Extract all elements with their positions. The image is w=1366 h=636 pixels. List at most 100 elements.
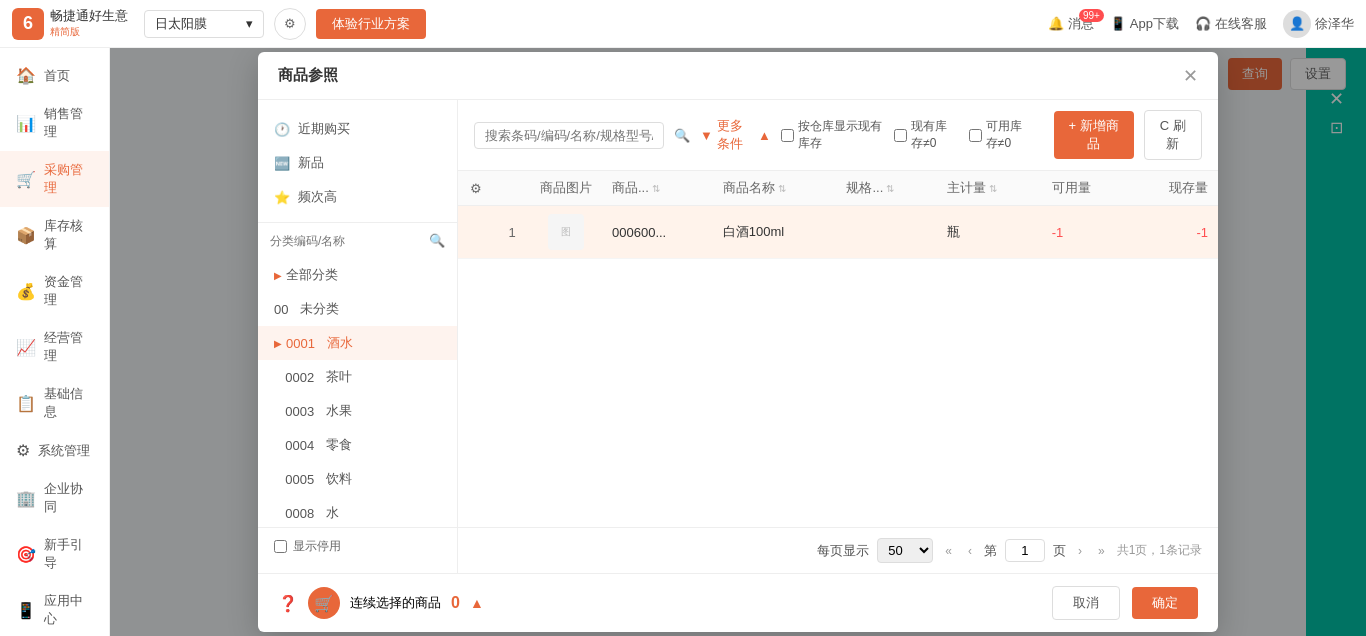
warehouse-checkbox-label[interactable]: 按仓库显示现有库存 bbox=[781, 118, 884, 152]
page-input[interactable] bbox=[1005, 539, 1045, 562]
warehouse-checkbox[interactable] bbox=[781, 129, 794, 142]
row-spec bbox=[836, 206, 937, 259]
stock-ne-checkbox[interactable] bbox=[894, 129, 907, 142]
category-0004[interactable]: 0004 零食 bbox=[258, 428, 457, 462]
col-available: 可用量 bbox=[1042, 171, 1130, 206]
col-name[interactable]: 商品名称 bbox=[713, 171, 837, 206]
category-0001[interactable]: ▶ 0001 酒水 bbox=[258, 326, 457, 360]
col-spec[interactable]: 规格... bbox=[836, 171, 937, 206]
selected-count: 0 bbox=[451, 594, 460, 612]
product-thumbnail: 图 bbox=[548, 214, 584, 250]
messages-nav[interactable]: 🔔 消息 99+ bbox=[1048, 15, 1094, 33]
more-filter-button[interactable]: ▼ 更多条件 ▲ bbox=[700, 117, 771, 153]
col-settings[interactable]: ⚙ bbox=[458, 171, 494, 206]
sales-icon: 📊 bbox=[16, 114, 36, 133]
category-0005[interactable]: 0005 饮料 bbox=[258, 462, 457, 496]
product-table: ⚙ 商品图片 商品... 商品名称 规格... 主计量 可用量 现存量 bbox=[458, 171, 1218, 259]
next-page-button[interactable]: › bbox=[1074, 542, 1086, 560]
col-stock: 现存量 bbox=[1130, 171, 1218, 206]
filter-icon: ▼ bbox=[700, 128, 713, 143]
sidebar-label-inventory: 库存核算 bbox=[44, 217, 93, 253]
per-page-select[interactable]: 50 10 20 100 bbox=[877, 538, 933, 563]
sidebar-label-system: 系统管理 bbox=[38, 442, 90, 460]
sidebar-item-home[interactable]: 🏠 首页 bbox=[0, 56, 109, 95]
row-code: 000600... bbox=[602, 206, 713, 259]
search-button[interactable]: 🔍 bbox=[674, 128, 690, 143]
available-ne-checkbox-label[interactable]: 可用库存≠0 bbox=[969, 118, 1034, 152]
collapse-icon[interactable]: ▲ bbox=[470, 595, 484, 611]
trial-button[interactable]: 体验行业方案 bbox=[316, 9, 426, 39]
product-search-input[interactable] bbox=[474, 122, 664, 149]
stock-ne-checkbox-label[interactable]: 现有库存≠0 bbox=[894, 118, 959, 152]
category-00[interactable]: 00 未分类 bbox=[258, 292, 457, 326]
filter-up-icon: ▲ bbox=[758, 128, 771, 143]
app-download-nav[interactable]: 📱 App下载 bbox=[1110, 15, 1179, 33]
last-page-button[interactable]: » bbox=[1094, 542, 1109, 560]
modal-footer: ❓ 🛒 连续选择的商品 0 ▲ 取消 确定 bbox=[258, 573, 1218, 632]
quick-item-recent[interactable]: 🕐 近期购买 bbox=[258, 112, 457, 146]
category-0003[interactable]: 0003 水果 bbox=[258, 394, 457, 428]
table-row[interactable]: 1 图 000600... 白酒100ml 瓶 -1 bbox=[458, 206, 1218, 259]
col-unit[interactable]: 主计量 bbox=[937, 171, 1041, 206]
sidebar-item-guide[interactable]: 🎯 新手引导 bbox=[0, 526, 109, 582]
row-unit: 瓶 bbox=[937, 206, 1041, 259]
category-list: ▶ 全部分类 00 未分类 ▶ 0001 酒水 0002 bbox=[258, 254, 457, 527]
sidebar-item-inventory[interactable]: 📦 库存核算 bbox=[0, 207, 109, 263]
help-icon[interactable]: ❓ bbox=[278, 594, 298, 613]
available-ne-checkbox[interactable] bbox=[969, 129, 982, 142]
sidebar-item-basic[interactable]: 📋 基础信息 bbox=[0, 375, 109, 431]
sidebar-item-enterprise[interactable]: 🏢 企业协同 bbox=[0, 470, 109, 526]
user-nav[interactable]: 👤 徐泽华 bbox=[1283, 10, 1354, 38]
refresh-button[interactable]: C 刷新 bbox=[1144, 110, 1202, 160]
avatar: 👤 bbox=[1283, 10, 1311, 38]
modal-title: 商品参照 bbox=[278, 66, 338, 85]
category-0008[interactable]: 0008 水 bbox=[258, 496, 457, 527]
quick-item-frequent[interactable]: ⭐ 频次高 bbox=[258, 180, 457, 214]
col-code[interactable]: 商品... bbox=[602, 171, 713, 206]
show-disabled-checkbox[interactable] bbox=[274, 540, 287, 553]
sidebar-item-system[interactable]: ⚙ 系统管理 bbox=[0, 431, 109, 470]
layout: 🏠 首页 📊 销售管理 🛒 采购管理 📦 库存核算 💰 资金管理 📈 经营管理 … bbox=[0, 48, 1366, 636]
prev-page-button[interactable]: ‹ bbox=[964, 542, 976, 560]
per-page-label: 每页显示 bbox=[817, 542, 869, 560]
sidebar-label-guide: 新手引导 bbox=[44, 536, 93, 572]
finance-icon: 💰 bbox=[16, 282, 36, 301]
system-icon: ⚙ bbox=[16, 441, 30, 460]
cancel-button[interactable]: 取消 bbox=[1052, 586, 1120, 620]
first-page-button[interactable]: « bbox=[941, 542, 956, 560]
sidebar-item-apps[interactable]: 📱 应用中心 bbox=[0, 582, 109, 636]
sidebar-item-finance[interactable]: 💰 资金管理 bbox=[0, 263, 109, 319]
sidebar-label-home: 首页 bbox=[44, 67, 70, 85]
store-selector[interactable]: 日太阳膜 ▾ bbox=[144, 10, 264, 38]
category-search-icon[interactable]: 🔍 bbox=[429, 233, 445, 248]
table-toolbar: 🔍 ▼ 更多条件 ▲ 按仓库显示现有库存 bbox=[458, 100, 1218, 171]
main-area: ✕ ⊡ 查询 设置 商品参照 ✕ bbox=[110, 48, 1366, 636]
modal-overlay: 商品参照 ✕ 🕐 近期购买 🆕 bbox=[110, 48, 1366, 636]
logo-text: 畅捷通好生意 精简版 bbox=[50, 8, 128, 39]
row-image: 图 bbox=[530, 206, 602, 259]
category-search-input[interactable] bbox=[270, 234, 423, 248]
service-nav[interactable]: 🎧 在线客服 bbox=[1195, 15, 1267, 33]
sidebar-item-sales[interactable]: 📊 销售管理 bbox=[0, 95, 109, 151]
row-available: -1 bbox=[1042, 206, 1130, 259]
sidebar-item-operation[interactable]: 📈 经营管理 bbox=[0, 319, 109, 375]
cart-icon[interactable]: 🛒 bbox=[308, 587, 340, 619]
row-name: 白酒100ml bbox=[713, 206, 837, 259]
headset-icon: 🎧 bbox=[1195, 16, 1211, 31]
confirm-button[interactable]: 确定 bbox=[1132, 587, 1198, 619]
product-table-container: ⚙ 商品图片 商品... 商品名称 规格... 主计量 可用量 现存量 bbox=[458, 171, 1218, 527]
page-label: 第 bbox=[984, 542, 997, 560]
category-all[interactable]: ▶ 全部分类 bbox=[258, 258, 457, 292]
nav-right: 🔔 消息 99+ 📱 App下载 🎧 在线客服 👤 徐泽华 bbox=[1048, 10, 1354, 38]
sidebar-item-purchase[interactable]: 🛒 采购管理 bbox=[0, 151, 109, 207]
quick-item-new[interactable]: 🆕 新品 bbox=[258, 146, 457, 180]
modal-close-button[interactable]: ✕ bbox=[1183, 67, 1198, 85]
logo-area: 6 畅捷通好生意 精简版 bbox=[12, 8, 128, 40]
bell-icon: 🔔 bbox=[1048, 16, 1064, 31]
category-0002[interactable]: 0002 茶叶 bbox=[258, 360, 457, 394]
add-product-button[interactable]: + 新增商品 bbox=[1054, 111, 1134, 159]
show-disabled-toggle[interactable]: 显示停用 bbox=[258, 527, 457, 565]
left-panel: 🕐 近期购买 🆕 新品 ⭐ 频次高 bbox=[258, 100, 458, 573]
purchase-icon: 🛒 bbox=[16, 170, 36, 189]
settings-icon[interactable]: ⚙ bbox=[274, 8, 306, 40]
